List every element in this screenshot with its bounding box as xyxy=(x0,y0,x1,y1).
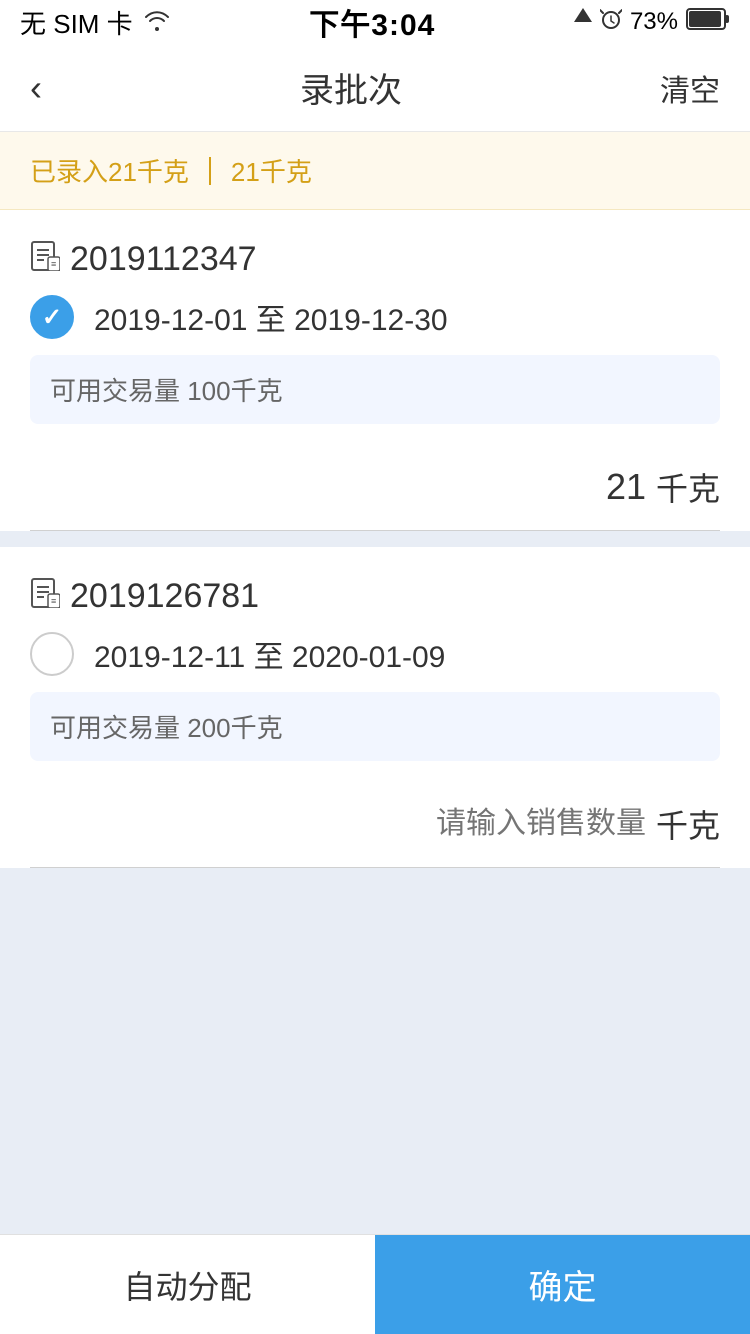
info-divider xyxy=(209,157,211,185)
document-icon-1: ≡ xyxy=(30,241,60,279)
batch2-date: 2019-12-11 至 2020-01-09 xyxy=(94,632,445,676)
alarm-icon xyxy=(600,8,622,37)
batch2-date-row[interactable]: 2019-12-11 至 2020-01-09 xyxy=(30,632,720,676)
status-bar: 无 SIM 卡 下午3:04 73% xyxy=(0,0,750,44)
batch1-quantity-input[interactable] xyxy=(526,466,646,508)
back-button[interactable]: ‹ xyxy=(30,67,42,109)
batch2-quantity-input[interactable] xyxy=(30,807,646,841)
svg-text:≡: ≡ xyxy=(51,259,56,269)
batch2-unit: 千克 xyxy=(656,801,720,847)
batch1-quantity-row: 千克 xyxy=(0,444,750,530)
batch2-input-row: 千克 xyxy=(0,781,750,867)
carrier-text: 无 SIM 卡 xyxy=(20,4,133,41)
batch-card-2: ≡ 2019126781 2019-12-11 至 2020-01-09 可用交… xyxy=(0,547,750,868)
total-amount: 21千克 xyxy=(231,152,312,189)
page-title: 录批次 xyxy=(300,63,402,112)
batch1-date: 2019-12-01 至 2019-12-30 xyxy=(94,295,448,339)
batch2-header: ≡ 2019126781 xyxy=(30,577,720,616)
status-left: 无 SIM 卡 xyxy=(20,4,171,41)
confirm-button[interactable]: 确定 xyxy=(375,1235,750,1334)
clear-button[interactable]: 清空 xyxy=(660,66,720,110)
auto-distribute-button[interactable]: 自动分配 xyxy=(0,1235,375,1334)
svg-text:≡: ≡ xyxy=(51,596,56,606)
batch2-radio[interactable] xyxy=(30,632,74,676)
time-display: 下午3:04 xyxy=(309,0,435,44)
batch2-available: 可用交易量 200千克 xyxy=(30,692,720,761)
status-right: 73% xyxy=(574,8,730,37)
nav-bar: ‹ 录批次 清空 xyxy=(0,44,750,132)
batch2-id: 2019126781 xyxy=(70,577,259,616)
batch1-id: 2019112347 xyxy=(70,240,257,279)
info-banner: 已录入21千克 21千克 xyxy=(0,132,750,210)
section-divider-1 xyxy=(0,531,750,547)
battery-percent: 73% xyxy=(630,8,678,36)
wifi-icon xyxy=(143,7,171,38)
batch1-header: ≡ 2019112347 xyxy=(30,240,720,279)
batch1-unit: 千克 xyxy=(656,464,720,510)
location-icon xyxy=(574,8,592,37)
batch1-available: 可用交易量 100千克 xyxy=(30,355,720,424)
batch-card-1: ≡ 2019112347 2019-12-01 至 2019-12-30 可用交… xyxy=(0,210,750,531)
batch1-date-row[interactable]: 2019-12-01 至 2019-12-30 xyxy=(30,295,720,339)
battery-icon xyxy=(686,8,730,37)
batch1-radio[interactable] xyxy=(30,295,74,339)
recorded-amount: 已录入21千克 xyxy=(30,152,189,189)
bottom-bar: 自动分配 确定 xyxy=(0,1234,750,1334)
document-icon-2: ≡ xyxy=(30,578,60,616)
